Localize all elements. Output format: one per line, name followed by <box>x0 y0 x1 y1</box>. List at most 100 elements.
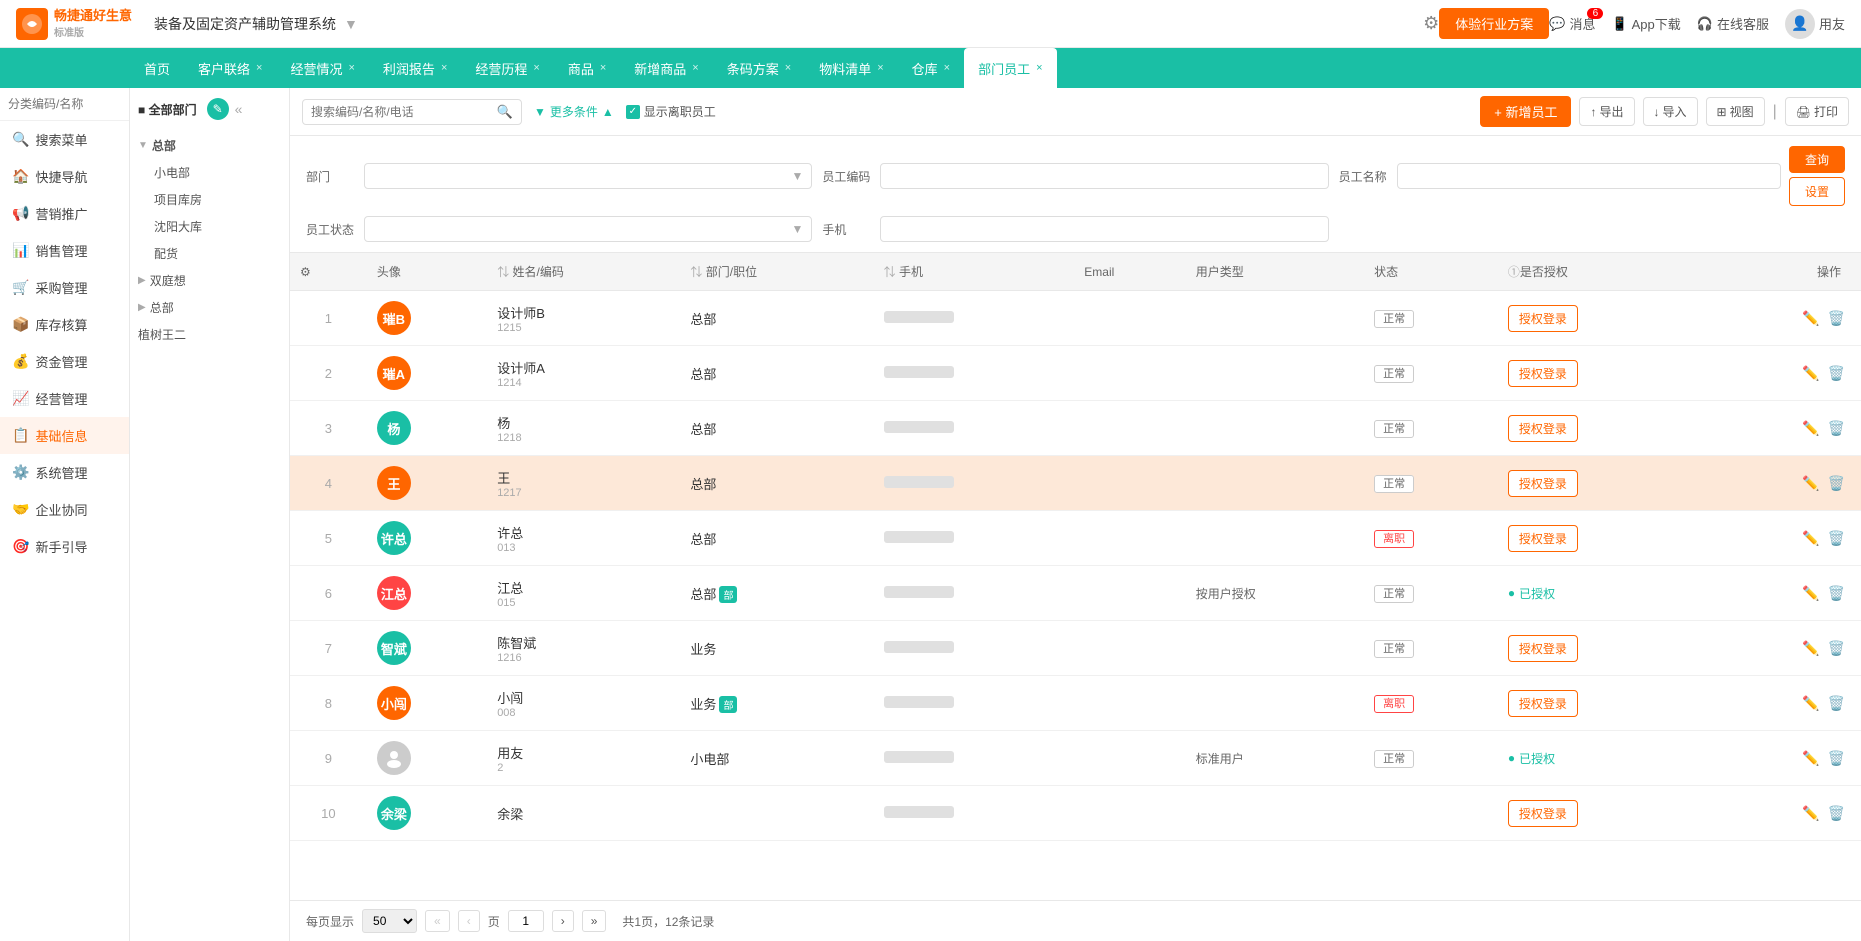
table-gear-icon[interactable]: ⚙ <box>300 265 311 279</box>
delete-btn[interactable]: 🗑️ <box>1824 473 1849 494</box>
delete-btn[interactable]: 🗑️ <box>1824 418 1849 439</box>
delete-btn[interactable]: 🗑️ <box>1824 693 1849 714</box>
nav-tab-profit[interactable]: 利润报告 × <box>369 48 461 88</box>
sidebar-item-basic-info[interactable]: 📋基础信息 <box>0 417 129 454</box>
authorize-btn[interactable]: 授权登录 <box>1508 305 1578 332</box>
sidebar-item-system[interactable]: ⚙️系统管理 <box>0 454 129 491</box>
trial-button[interactable]: 体验行业方案 <box>1439 8 1549 39</box>
sidebar-search[interactable]: 🔍 <box>0 88 129 121</box>
sort-dept-icon[interactable]: ⇅ <box>690 265 702 279</box>
sort-phone-icon[interactable]: ⇅ <box>884 265 896 279</box>
sidebar-search-input[interactable] <box>8 97 130 111</box>
sidebar-item-search-menu[interactable]: 🔍搜索菜单 <box>0 121 129 158</box>
edit-btn[interactable]: ✏️ <box>1798 528 1823 549</box>
edit-btn[interactable]: ✏️ <box>1798 418 1823 439</box>
view-button[interactable]: ⊞ 视图 <box>1706 97 1765 126</box>
per-page-select[interactable]: 50 20 100 <box>362 909 417 933</box>
sidebar-item-inventory[interactable]: 📦库存核算 <box>0 306 129 343</box>
resigned-checkbox[interactable]: ✓ <box>626 105 640 119</box>
phone-filter-input[interactable] <box>880 216 1328 242</box>
row-avatar: 杨 <box>367 401 487 456</box>
authorize-btn[interactable]: 授权登录 <box>1508 800 1578 827</box>
edit-btn[interactable]: ✏️ <box>1798 308 1823 329</box>
sidebar-item-quick-nav[interactable]: 🏠快捷导航 <box>0 158 129 195</box>
add-employee-button[interactable]: + 新增员工 <box>1480 96 1571 127</box>
sidebar-item-finance[interactable]: 💰资金管理 <box>0 343 129 380</box>
page-number-input[interactable] <box>508 910 544 932</box>
query-button[interactable]: 查询 <box>1789 146 1845 173</box>
sidebar-item-business[interactable]: 📈经营管理 <box>0 380 129 417</box>
sidebar-item-purchase[interactable]: 🛒采购管理 <box>0 269 129 306</box>
dept-select[interactable]: ▼ <box>364 163 812 189</box>
delete-btn[interactable]: 🗑️ <box>1824 803 1849 824</box>
delete-btn[interactable]: 🗑️ <box>1824 748 1849 769</box>
export-button[interactable]: ↑ 导出 <box>1579 97 1634 126</box>
reset-button[interactable]: 设置 <box>1789 177 1845 206</box>
more-options-btn[interactable]: | <box>1773 103 1777 121</box>
row-name: 杨1218 <box>487 401 680 456</box>
delete-btn[interactable]: 🗑️ <box>1824 308 1849 329</box>
edit-btn[interactable]: ✏️ <box>1798 748 1823 769</box>
edit-btn[interactable]: ✏️ <box>1798 803 1823 824</box>
edit-btn[interactable]: ✏️ <box>1798 638 1823 659</box>
sort-name-icon[interactable]: ⇅ <box>497 265 509 279</box>
authorize-btn[interactable]: 授权登录 <box>1508 690 1578 717</box>
first-page-btn[interactable]: « <box>425 910 450 932</box>
online-service-action[interactable]: 🎧 在线客服 <box>1697 14 1769 33</box>
sidebar-item-collab[interactable]: 🤝企业协同 <box>0 491 129 528</box>
delete-btn[interactable]: 🗑️ <box>1824 363 1849 384</box>
nav-tab-home[interactable]: 首页 <box>130 48 184 88</box>
nav-tab-warehouse[interactable]: 仓库 × <box>898 48 964 88</box>
delete-btn[interactable]: 🗑️ <box>1824 638 1849 659</box>
sidebar-item-marketing[interactable]: 📢营销推广 <box>0 195 129 232</box>
nav-tab-history[interactable]: 经营历程 × <box>461 48 553 88</box>
dept-node-zhushuwangii[interactable]: 植树王二 <box>130 321 289 348</box>
gear-button[interactable]: ⚙ <box>1423 13 1439 34</box>
dept-collapse-arrow[interactable]: « <box>235 101 243 117</box>
message-action[interactable]: 💬 消息 6 <box>1549 14 1595 33</box>
dept-node-peihuo[interactable]: 配货 <box>146 240 289 267</box>
row-dept: 总部 <box>680 456 873 511</box>
empname-filter-input[interactable] <box>1397 163 1781 189</box>
import-button[interactable]: ↓ 导入 <box>1643 97 1698 126</box>
authorize-btn[interactable]: 授权登录 <box>1508 415 1578 442</box>
delete-btn[interactable]: 🗑️ <box>1824 528 1849 549</box>
nav-tab-add-product[interactable]: 新增商品 × <box>620 48 712 88</box>
next-page-btn[interactable]: › <box>552 910 574 932</box>
dept-node-shenyangdaku[interactable]: 沈阳大库 <box>146 213 289 240</box>
user-action[interactable]: 👤 用友 <box>1785 9 1845 39</box>
nav-tab-products[interactable]: 商品 × <box>554 48 620 88</box>
sidebar-item-sales[interactable]: 📊销售管理 <box>0 232 129 269</box>
edit-btn[interactable]: ✏️ <box>1798 693 1823 714</box>
nav-tab-employees[interactable]: 部门员工 × <box>964 48 1056 88</box>
more-filters-btn[interactable]: ▼ 更多条件 ▲ <box>534 103 614 120</box>
authorize-btn[interactable]: 授权登录 <box>1508 470 1578 497</box>
dept-node-zongbu[interactable]: ▼总部 <box>130 132 289 159</box>
sidebar-item-guide[interactable]: 🎯新手引导 <box>0 528 129 565</box>
dept-node-zongbu2[interactable]: ▶总部 <box>130 294 289 321</box>
empcode-filter-input[interactable] <box>880 163 1328 189</box>
edit-btn[interactable]: ✏️ <box>1798 363 1823 384</box>
authorize-btn[interactable]: 授权登录 <box>1508 635 1578 662</box>
dept-node-xiangmukufang[interactable]: 项目库房 <box>146 186 289 213</box>
emp-search-input[interactable] <box>311 105 497 119</box>
prev-page-btn[interactable]: ‹ <box>458 910 480 932</box>
last-page-btn[interactable]: » <box>582 910 607 932</box>
show-resigned-toggle[interactable]: ✓ 显示离职员工 <box>626 103 716 120</box>
nav-tab-barcode[interactable]: 条码方案 × <box>713 48 805 88</box>
authorize-btn[interactable]: 授权登录 <box>1508 525 1578 552</box>
nav-tab-customers[interactable]: 客户联络 × <box>184 48 276 88</box>
nav-tab-operations[interactable]: 经营情况 × <box>276 48 368 88</box>
nav-tab-bom[interactable]: 物料清单 × <box>805 48 897 88</box>
print-button[interactable]: 🖨 打印 <box>1785 97 1849 126</box>
status-select[interactable]: ▼ <box>364 216 812 242</box>
dept-node-xiaodianbu[interactable]: 小电部 <box>146 159 289 186</box>
dept-node-shuangtingxiang[interactable]: ▶双庭想 <box>130 267 289 294</box>
app-download-action[interactable]: 📱 App下载 <box>1611 14 1680 33</box>
row-dept: 业务 <box>680 621 873 676</box>
authorize-btn[interactable]: 授权登录 <box>1508 360 1578 387</box>
edit-btn[interactable]: ✏️ <box>1798 583 1823 604</box>
edit-btn[interactable]: ✏️ <box>1798 473 1823 494</box>
delete-btn[interactable]: 🗑️ <box>1824 583 1849 604</box>
dept-collapse-btn[interactable]: ✎ <box>207 98 229 120</box>
